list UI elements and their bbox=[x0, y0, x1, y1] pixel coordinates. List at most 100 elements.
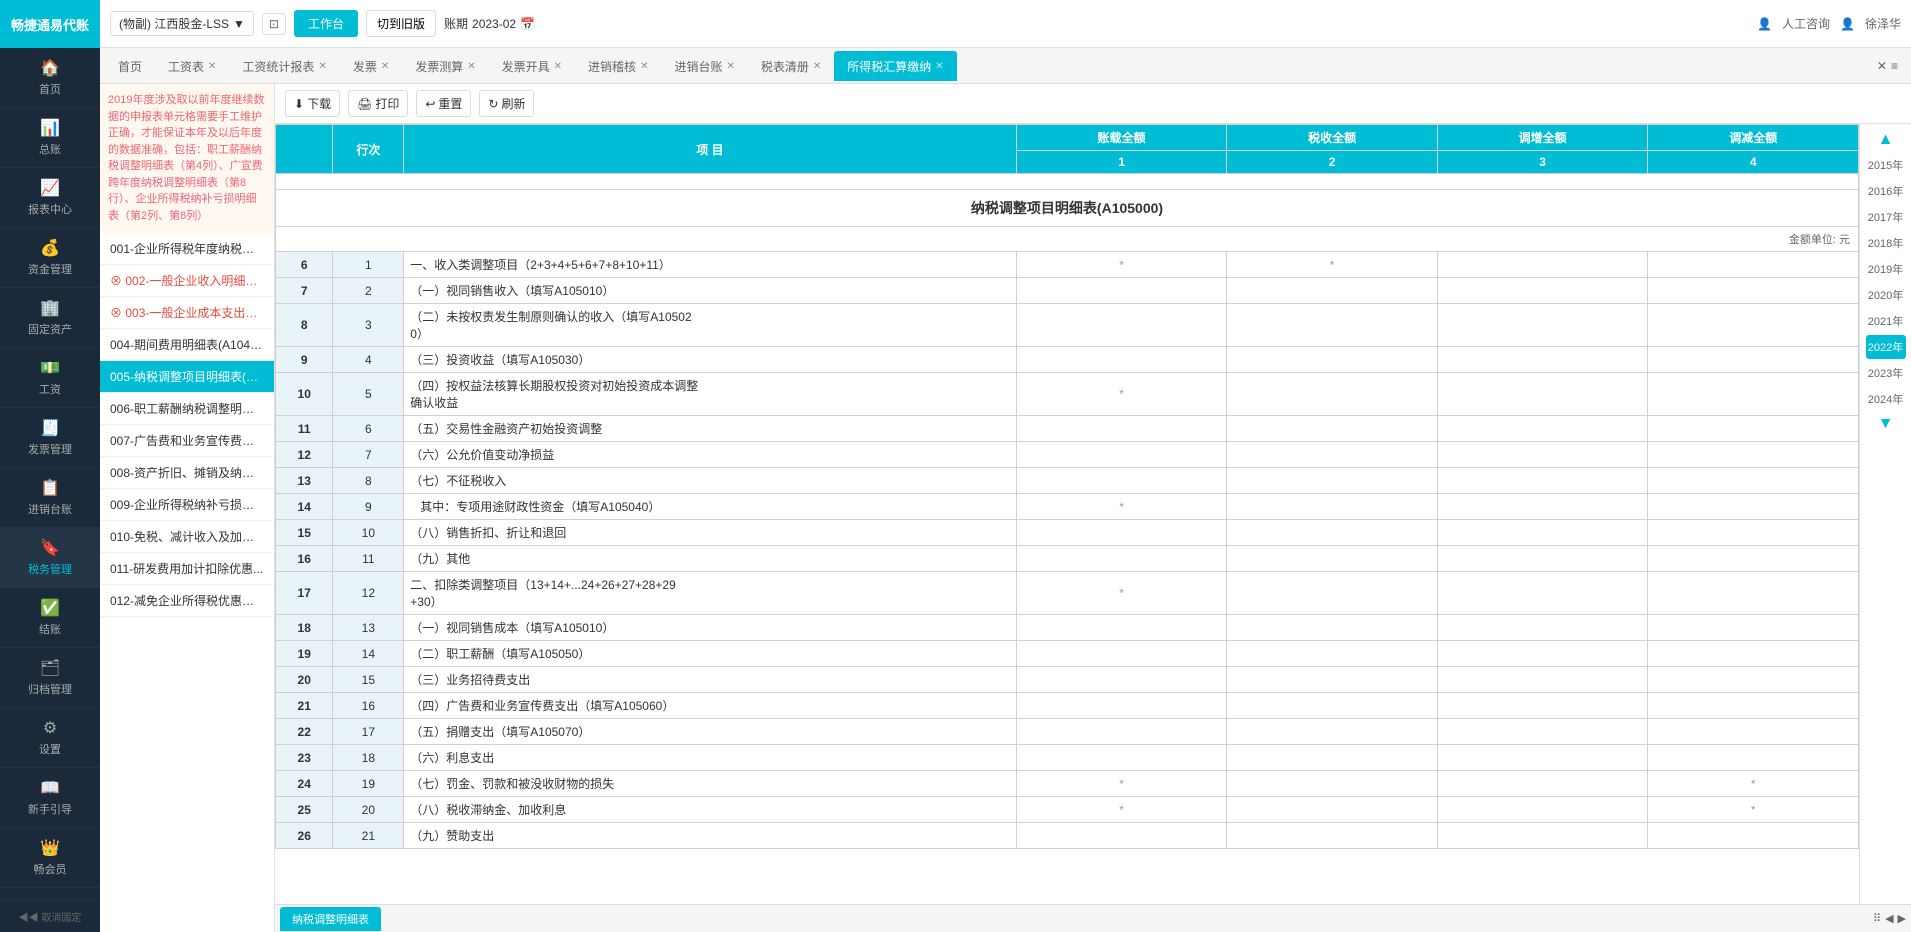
sidebar-footer[interactable]: ◀◀ 取消固定 bbox=[0, 900, 100, 932]
tab-close-icon[interactable]: ✕ bbox=[208, 61, 216, 72]
left-menu-item-010[interactable]: 010-免税、减计收入及加计... bbox=[100, 521, 274, 553]
tab-close-icon[interactable]: ✕ bbox=[467, 61, 475, 72]
guide-icon: 📖 bbox=[40, 778, 60, 798]
left-menu-item-001[interactable]: 001-企业所得税年度纳税申... bbox=[100, 233, 274, 265]
year-item-2022年[interactable]: 2022年 bbox=[1866, 335, 1906, 359]
row-item: （二）未按权责发生制原则确认的收入（填写A10502 0） bbox=[404, 304, 1017, 347]
tab-close-icon[interactable]: ✕ bbox=[640, 61, 648, 72]
left-menu-item-008[interactable]: 008-资产折旧、摊销及纳税... bbox=[100, 457, 274, 489]
switch-button[interactable]: 切到旧版 bbox=[366, 10, 436, 37]
close-all-tabs-button[interactable]: ✕≡ bbox=[1869, 59, 1906, 73]
sidebar-item-member[interactable]: 👑畅会员 bbox=[0, 828, 100, 888]
sidebar-item-close[interactable]: ✅ 结账 bbox=[0, 588, 100, 648]
year-item-2019年[interactable]: 2019年 bbox=[1866, 257, 1906, 281]
row-col-2 bbox=[1227, 468, 1438, 494]
row-seq: 20 bbox=[276, 667, 333, 693]
year-item-2018年[interactable]: 2018年 bbox=[1866, 231, 1906, 255]
tab-close-icon[interactable]: ✕ bbox=[554, 61, 562, 72]
tab-工资统计报表[interactable]: 工资统计报表✕ bbox=[229, 51, 339, 81]
tab-close-icon[interactable]: ✕ bbox=[813, 61, 821, 72]
download-button[interactable]: ⬇ 下载 bbox=[285, 90, 340, 117]
year-item-2016年[interactable]: 2016年 bbox=[1866, 179, 1906, 203]
sidebar-item-ledger[interactable]: 📋进销台账 bbox=[0, 468, 100, 528]
row-col-1 bbox=[1016, 693, 1227, 719]
left-menu-item-006[interactable]: 006-职工薪酬纳税调整明细... bbox=[100, 393, 274, 425]
tab-close-icon[interactable]: ✕ bbox=[381, 61, 389, 72]
left-menu-item-003[interactable]: ⊗ 003-一般企业成本支出明细... bbox=[100, 297, 274, 329]
tab-close-icon[interactable]: ✕ bbox=[935, 61, 943, 72]
sidebar-item-salary[interactable]: 💵工资 bbox=[0, 348, 100, 408]
sidebar-item-assets[interactable]: 🏢固定资产 bbox=[0, 288, 100, 348]
sidebar-item-invoice[interactable]: 🧾发票管理 bbox=[0, 408, 100, 468]
row-line: 14 bbox=[333, 641, 404, 667]
row-line: 2 bbox=[333, 278, 404, 304]
tab-所得税汇算缴纳[interactable]: 所得税汇算缴纳✕ bbox=[834, 51, 956, 81]
bottom-tab[interactable]: 纳税调整明细表 bbox=[280, 907, 381, 931]
sidebar-item-funds[interactable]: 💰资金管理 bbox=[0, 228, 100, 288]
company-icon-btn[interactable]: ⊡ bbox=[262, 13, 286, 35]
sidebar-label-invoice: 发票管理 bbox=[28, 441, 72, 457]
row-col-3 bbox=[1437, 641, 1648, 667]
company-selector[interactable]: (物副) 江西股金-LSS ▼ bbox=[110, 11, 254, 36]
sidebar-item-general[interactable]: 📊总账 bbox=[0, 108, 100, 168]
year-item-2024年[interactable]: 2024年 bbox=[1866, 387, 1906, 411]
left-menu-item-005[interactable]: 005-纳税调整项目明细表(A1... bbox=[100, 361, 274, 393]
sidebar-item-settings[interactable]: ⚙设置 bbox=[0, 708, 100, 768]
year-up-arrow[interactable]: ▲ bbox=[1876, 129, 1896, 151]
tab-close-icon[interactable]: ✕ bbox=[726, 61, 734, 72]
table-row: 2419（七）罚金、罚款和被没收财物的损失** bbox=[276, 771, 1859, 797]
row-item: （七）罚金、罚款和被没收财物的损失 bbox=[404, 771, 1017, 797]
assets-icon: 🏢 bbox=[40, 298, 60, 318]
sidebar-item-archive[interactable]: 🗂归档管理 bbox=[0, 648, 100, 708]
row-col-2 bbox=[1227, 615, 1438, 641]
year-item-2020年[interactable]: 2020年 bbox=[1866, 283, 1906, 307]
close-icon: ✅ bbox=[40, 598, 60, 618]
year-item-2017年[interactable]: 2017年 bbox=[1866, 205, 1906, 229]
tab-进销台账[interactable]: 进销台账✕ bbox=[661, 51, 747, 81]
tab-发票[interactable]: 发票✕ bbox=[340, 51, 402, 81]
reset-button[interactable]: ↩ 重置 bbox=[416, 90, 471, 117]
sidebar-item-guide[interactable]: 📖新手引导 bbox=[0, 768, 100, 828]
left-menu-item-009[interactable]: 009-企业所得税纳补亏损明... bbox=[100, 489, 274, 521]
row-col-2 bbox=[1227, 494, 1438, 520]
row-col-2 bbox=[1227, 823, 1438, 849]
print-button[interactable]: 🖨 打印 bbox=[348, 90, 408, 117]
tab-发票测算[interactable]: 发票测算✕ bbox=[402, 51, 488, 81]
calendar-icon[interactable]: 📅 bbox=[520, 17, 535, 31]
tab-首页[interactable]: 首页 bbox=[105, 51, 155, 81]
left-menu-item-012[interactable]: 012-减免企业所得税优惠明细(... bbox=[100, 585, 274, 617]
left-menu-item-002[interactable]: ⊗ 002-一般企业收入明细表(A1... bbox=[100, 265, 274, 297]
sidebar-item-home[interactable]: 🏠首页 bbox=[0, 48, 100, 108]
sidebar-item-tax[interactable]: 🔖税务管理 bbox=[0, 528, 100, 588]
tab-税表清册[interactable]: 税表清册✕ bbox=[748, 51, 834, 81]
table-unit: 金额单位: 元 bbox=[276, 227, 1859, 252]
year-item-2015年[interactable]: 2015年 bbox=[1866, 153, 1906, 177]
tab-close-icon[interactable]: ✕ bbox=[318, 61, 326, 72]
row-item: （九）赞助支出 bbox=[404, 823, 1017, 849]
tab-工资表[interactable]: 工资表✕ bbox=[155, 51, 229, 81]
row-seq: 11 bbox=[276, 416, 333, 442]
year-item-2023年[interactable]: 2023年 bbox=[1866, 361, 1906, 385]
username[interactable]: 徐泽华 bbox=[1865, 15, 1901, 32]
workbench-button[interactable]: 工作台 bbox=[294, 10, 358, 37]
left-menu-item-011[interactable]: 011-研发费用加计扣除优惠... bbox=[100, 553, 274, 585]
service-label[interactable]: 人工咨询 bbox=[1782, 15, 1830, 32]
scroll-left-icon[interactable]: ◀ bbox=[1885, 912, 1893, 925]
col-header-top-2: 账载全额 bbox=[1016, 125, 1227, 151]
year-down-arrow[interactable]: ▼ bbox=[1876, 413, 1896, 435]
sidebar-item-reports[interactable]: 📈报表中心 bbox=[0, 168, 100, 228]
year-item-2021年[interactable]: 2021年 bbox=[1866, 309, 1906, 333]
row-col-1 bbox=[1016, 416, 1227, 442]
row-col-3 bbox=[1437, 278, 1648, 304]
refresh-button[interactable]: ↻ 刷新 bbox=[479, 90, 534, 117]
tabbar: 首页工资表✕工资统计报表✕发票✕发票测算✕发票开具✕进销稽核✕进销台账✕税表清册… bbox=[100, 48, 1911, 84]
left-menu-item-007[interactable]: 007-广告费和业务宣传费附... bbox=[100, 425, 274, 457]
scroll-right-icon[interactable]: ▶ bbox=[1898, 912, 1906, 925]
table-row: 1813（一）视同销售成本（填写A105010） bbox=[276, 615, 1859, 641]
left-menu-item-004[interactable]: 004-期间费用明细表(A1040... bbox=[100, 329, 274, 361]
tab-进销稽核[interactable]: 进销稽核✕ bbox=[575, 51, 661, 81]
tab-发票开具[interactable]: 发票开具✕ bbox=[489, 51, 575, 81]
empty-row bbox=[276, 174, 1859, 190]
sidebar-label-close: 结账 bbox=[39, 621, 61, 637]
row-item: （一）视同销售收入（填写A105010） bbox=[404, 278, 1017, 304]
